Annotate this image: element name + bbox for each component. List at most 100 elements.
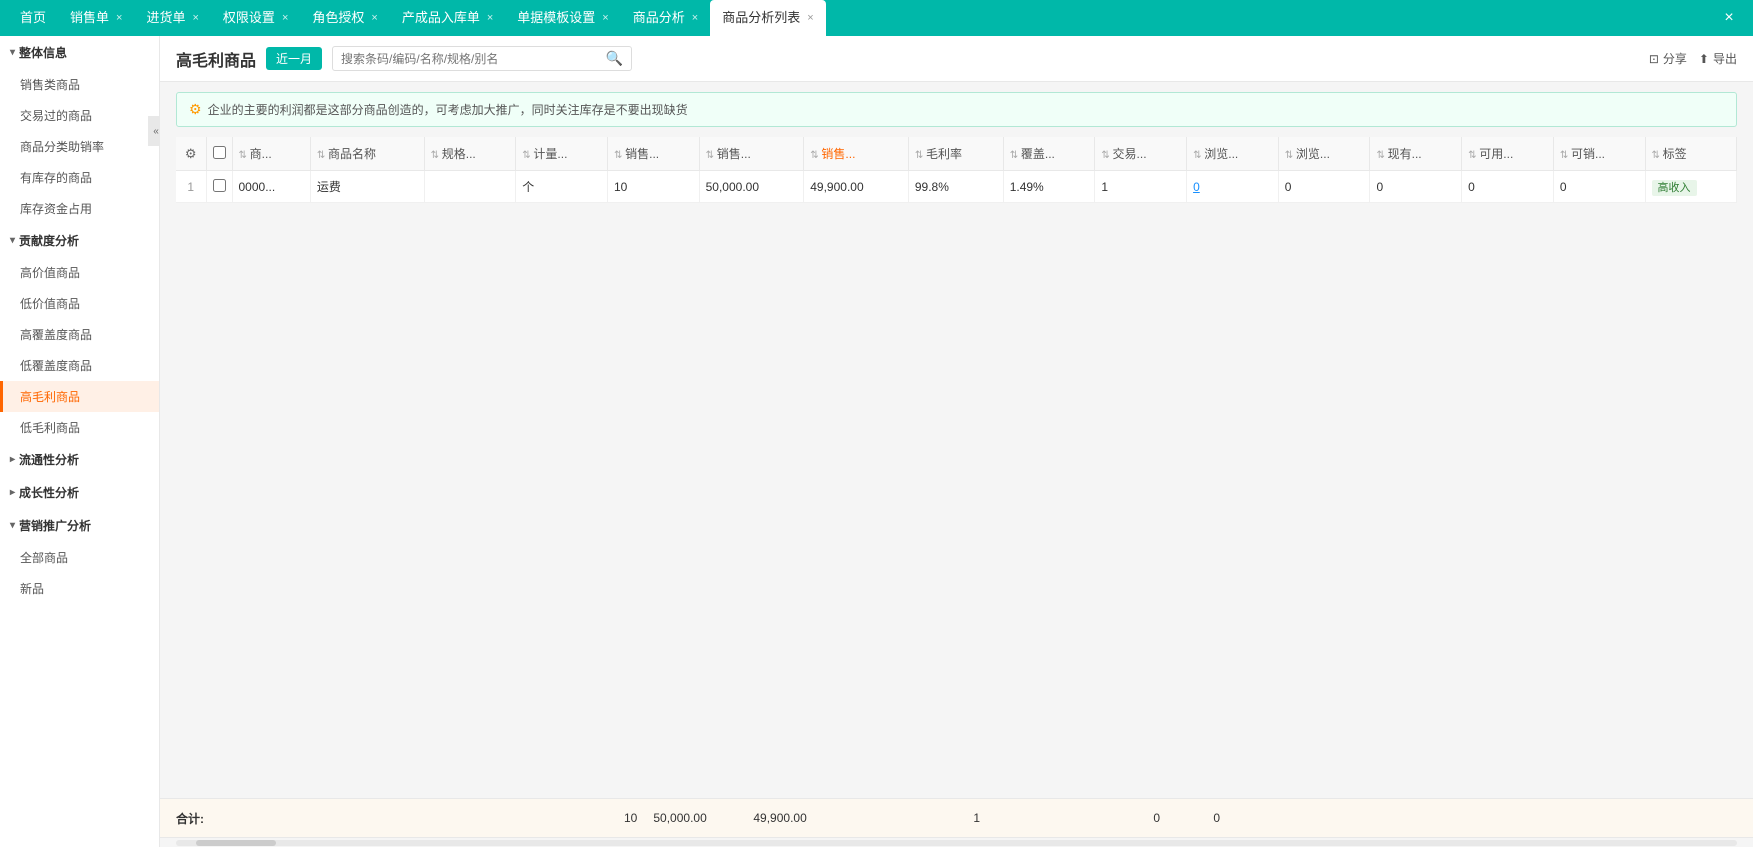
nav-production-close[interactable]: ×	[487, 0, 493, 36]
footer-sales-cost: 49,900.00	[745, 807, 845, 829]
th-sales-amount[interactable]: 销售...	[699, 137, 804, 171]
settings-icon[interactable]: ⚙	[185, 146, 197, 161]
table-row: 1 0000... 运费 个 10 50,000.00 49,900.00 99…	[176, 171, 1737, 203]
row-select-checkbox[interactable]	[213, 179, 226, 192]
th-unit[interactable]: 计量...	[516, 137, 608, 171]
footer-empty7	[1085, 814, 1145, 822]
nav-purchase[interactable]: 进货单 ×	[134, 0, 210, 36]
scrollbar-thumb[interactable]	[196, 840, 276, 846]
sidebar-item-high-coverage[interactable]: 高覆盖度商品	[0, 319, 159, 350]
row-index: 1	[176, 171, 206, 203]
nav-analysis-list-close[interactable]: ×	[807, 0, 813, 36]
sidebar-collapse-btn[interactable]: «	[148, 116, 160, 146]
th-trade[interactable]: 交易...	[1095, 137, 1187, 171]
sidebar-item-category-rate[interactable]: 商品分类助销率	[0, 131, 159, 162]
footer-trade: 1	[965, 807, 1025, 829]
th-sellable-stock[interactable]: 可销...	[1553, 137, 1645, 171]
sidebar-group-contribution-title[interactable]: ▾ 贡献度分析	[0, 224, 159, 257]
settings-col-header[interactable]: ⚙	[176, 137, 206, 171]
nav-product-analysis-close[interactable]: ×	[692, 0, 698, 36]
row-browse1[interactable]: 0	[1187, 171, 1279, 203]
th-spec[interactable]: 规格...	[424, 137, 516, 171]
row-available-stock: 0	[1462, 171, 1554, 203]
footer-empty2	[436, 814, 556, 822]
footer-sales-amount: 50,000.00	[645, 807, 745, 829]
th-sales-cost[interactable]: 销售...	[804, 137, 909, 171]
footer-empty6	[1025, 814, 1085, 822]
row-unit: 个	[516, 171, 608, 203]
th-current-stock[interactable]: 现有...	[1370, 137, 1462, 171]
sidebar-group-liquidity-title[interactable]: ▸ 流通性分析	[0, 443, 159, 476]
sidebar-item-sales-goods[interactable]: 销售类商品	[0, 69, 159, 100]
top-nav-bar: 首页 销售单 × 进货单 × 权限设置 × 角色授权 × 产成品入库单 × 单据…	[0, 0, 1753, 36]
export-button[interactable]: ⬆ 导出	[1699, 50, 1737, 67]
main-layout: « ▾ 整体信息 销售类商品 交易过的商品 商品分类助销率 有库存的商品 库存资…	[0, 36, 1753, 847]
sidebar-group-liquidity: ▸ 流通性分析	[0, 443, 159, 476]
footer-cells: 10 50,000.00 49,900.00 1 0 0	[236, 807, 1737, 829]
row-sellable-stock: 0	[1553, 171, 1645, 203]
time-filter-button[interactable]: 近一月	[266, 47, 322, 70]
sidebar-item-low-margin[interactable]: 低毛利商品	[0, 412, 159, 443]
th-browse1[interactable]: 浏览...	[1187, 137, 1279, 171]
select-all-checkbox[interactable]	[213, 146, 226, 159]
nav-sales[interactable]: 销售单 ×	[58, 0, 134, 36]
nav-home[interactable]: 首页	[8, 0, 58, 36]
th-sales-qty[interactable]: 销售...	[607, 137, 699, 171]
footer-empty5	[905, 814, 965, 822]
row-sales-amount: 50,000.00	[699, 171, 804, 203]
row-spec	[424, 171, 516, 203]
nav-analysis-list[interactable]: 商品分析列表 ×	[710, 0, 825, 36]
info-banner: ⚙ 企业的主要的利润都是这部分商品创造的，可考虑加大推广，同时关注库存是不要出现…	[176, 92, 1737, 127]
th-available-stock[interactable]: 可用...	[1462, 137, 1554, 171]
sidebar-item-low-coverage[interactable]: 低覆盖度商品	[0, 350, 159, 381]
row-checkbox[interactable]	[206, 171, 232, 203]
arrow-down-icon-2: ▾	[10, 235, 15, 246]
th-gross-margin[interactable]: 毛利率	[908, 137, 1003, 171]
nav-purchase-close[interactable]: ×	[192, 0, 198, 36]
sidebar-item-in-stock[interactable]: 有库存的商品	[0, 162, 159, 193]
sidebar-item-stock-capital[interactable]: 库存资金占用	[0, 193, 159, 224]
nav-permissions[interactable]: 权限设置 ×	[211, 0, 300, 36]
header-actions: ⊡ 分享 ⬆ 导出	[1649, 50, 1737, 67]
search-input[interactable]	[341, 52, 602, 66]
nav-production[interactable]: 产成品入库单 ×	[390, 0, 505, 36]
th-code[interactable]: 商...	[232, 137, 310, 171]
nav-template-close[interactable]: ×	[602, 0, 608, 36]
sidebar-item-all-goods[interactable]: 全部商品	[0, 542, 159, 573]
th-coverage[interactable]: 覆盖...	[1003, 137, 1095, 171]
th-name[interactable]: 商品名称	[310, 137, 424, 171]
data-table: ⚙ 商... 商品名称 规格...	[176, 137, 1737, 203]
sidebar-group-marketing-title[interactable]: ▾ 营销推广分析	[0, 509, 159, 542]
share-button[interactable]: ⊡ 分享	[1649, 50, 1687, 67]
nav-sales-close[interactable]: ×	[116, 0, 122, 36]
sidebar-item-new-goods[interactable]: 新品	[0, 573, 159, 604]
checkbox-col-header[interactable]	[206, 137, 232, 171]
row-name: 运费	[310, 171, 424, 203]
row-trade: 1	[1095, 171, 1187, 203]
search-icon[interactable]: 🔍	[606, 50, 623, 67]
sidebar-item-high-margin[interactable]: 高毛利商品	[0, 381, 159, 412]
sidebar-group-overview-title[interactable]: ▾ 整体信息	[0, 36, 159, 69]
row-current-stock: 0	[1370, 171, 1462, 203]
content-header: 高毛利商品 近一月 🔍 ⊡ 分享 ⬆ 导出	[160, 36, 1753, 82]
sidebar-item-traded-goods[interactable]: 交易过的商品	[0, 100, 159, 131]
bottom-scrollbar[interactable]	[160, 837, 1753, 847]
arrow-down-icon: ▾	[10, 47, 15, 58]
nav-permissions-close[interactable]: ×	[282, 0, 288, 36]
th-tag[interactable]: 标签	[1645, 137, 1737, 171]
scrollbar-track[interactable]	[176, 840, 1737, 846]
nav-roles-close[interactable]: ×	[371, 0, 377, 36]
th-browse2[interactable]: 浏览...	[1278, 137, 1370, 171]
nav-roles[interactable]: 角色授权 ×	[300, 0, 389, 36]
footer-empty1	[236, 814, 436, 822]
sidebar-group-growth-title[interactable]: ▸ 成长性分析	[0, 476, 159, 509]
nav-template[interactable]: 单据模板设置 ×	[505, 0, 620, 36]
nav-product-analysis[interactable]: 商品分析 ×	[621, 0, 710, 36]
sidebar-item-low-value[interactable]: 低价值商品	[0, 288, 159, 319]
footer-label: 合计:	[176, 810, 236, 827]
window-close-btn[interactable]: ×	[1713, 0, 1745, 36]
sidebar-group-contribution: ▾ 贡献度分析 高价值商品 低价值商品 高覆盖度商品 低覆盖度商品 高毛利商品 …	[0, 224, 159, 443]
footer-bar: 合计: 10 50,000.00 49,900.00 1 0 0	[160, 798, 1753, 837]
table-wrapper: ⚙ 商... 商品名称 规格...	[160, 137, 1753, 798]
sidebar-item-high-value[interactable]: 高价值商品	[0, 257, 159, 288]
